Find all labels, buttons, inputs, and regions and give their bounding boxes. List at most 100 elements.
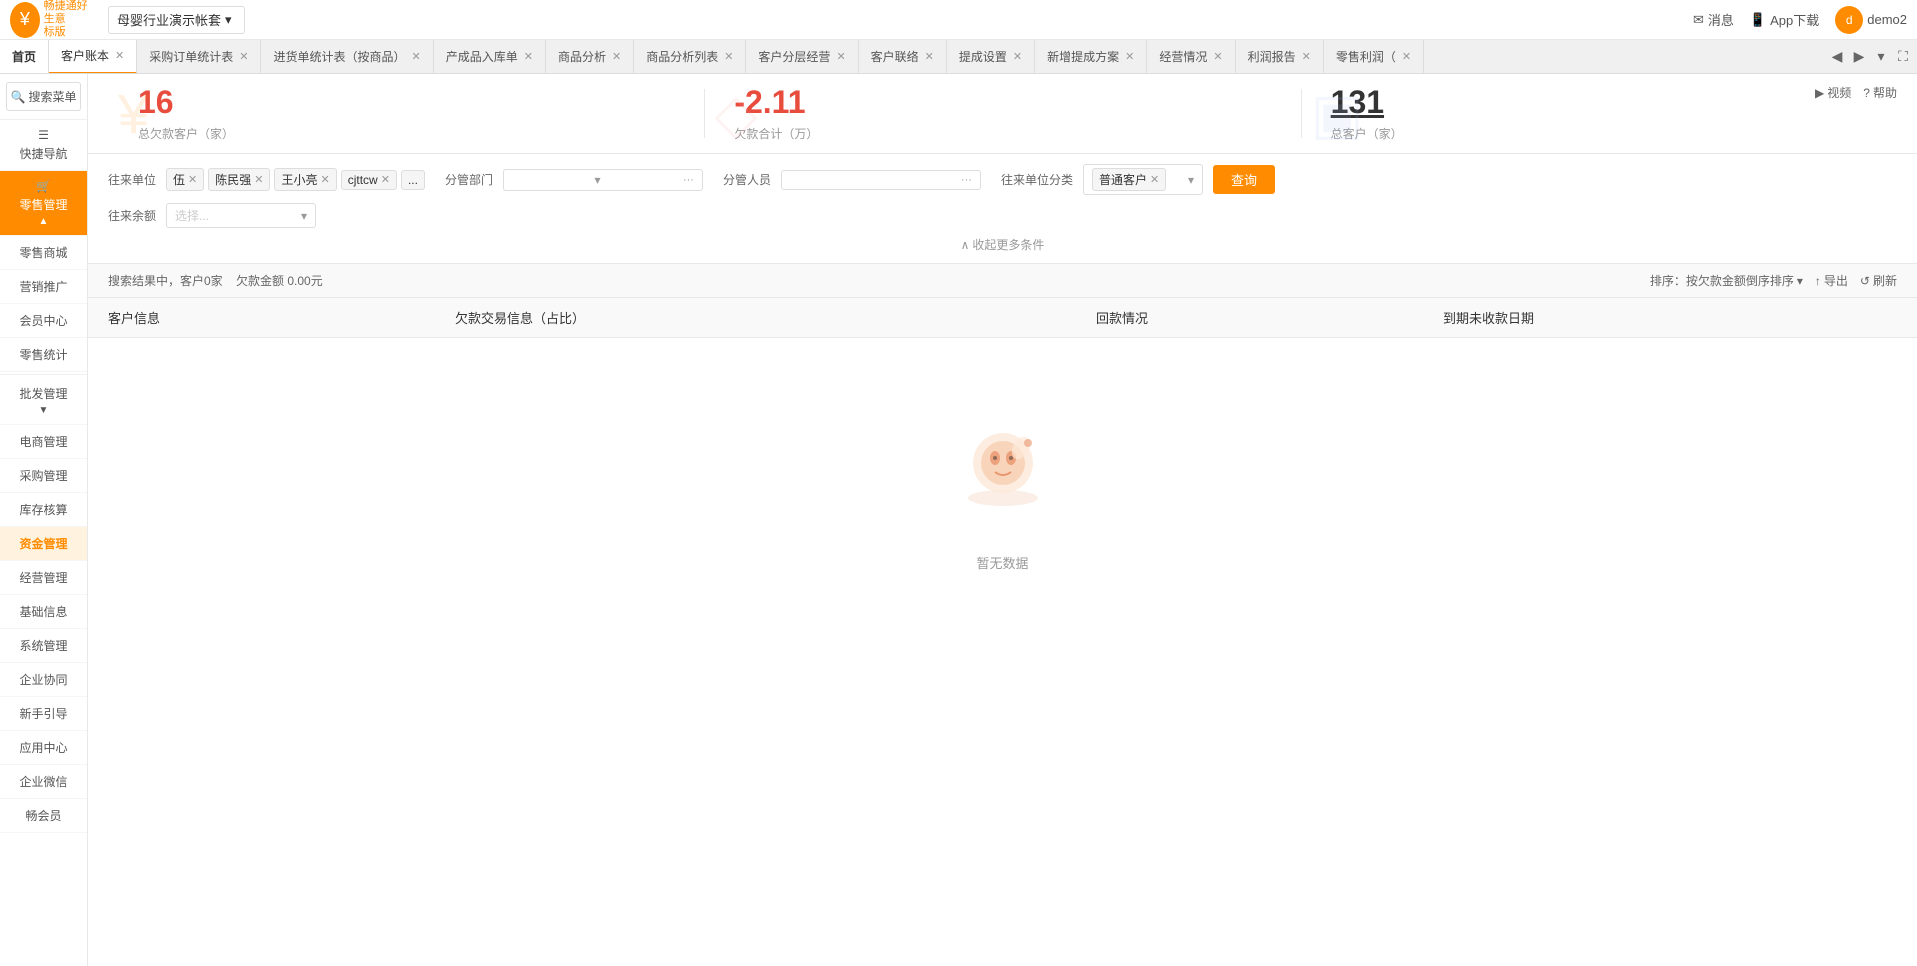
sidebar-item-ecommerce[interactable]: 电商管理: [0, 425, 87, 459]
sidebar-item-basic-info[interactable]: 基础信息: [0, 595, 87, 629]
tab-cost-in[interactable]: 产成品入库单 ✕: [434, 40, 546, 74]
export-icon: ↑: [1815, 274, 1821, 288]
tab-close-icon[interactable]: ✕: [612, 50, 621, 63]
tab-close-icon[interactable]: ✕: [524, 50, 533, 63]
stats-right-actions: ▶ 视频 ? 帮助: [1815, 84, 1897, 101]
tab-stock-stat[interactable]: 进货单统计表（按商品） ✕: [261, 40, 433, 74]
refresh-icon: ↺: [1860, 274, 1870, 288]
sidebar-item-retail-shop[interactable]: 零售商城: [0, 236, 87, 270]
sidebar-item-operation-mgmt[interactable]: 经营管理: [0, 561, 87, 595]
balance-select[interactable]: 选择... ▾: [166, 203, 316, 228]
unit-type-tag-close[interactable]: ✕: [1150, 173, 1159, 186]
sidebar-item-retail-stats[interactable]: 零售统计: [0, 338, 87, 372]
tab-close-icon[interactable]: ✕: [1125, 50, 1134, 63]
tab-home[interactable]: 首页: [0, 40, 49, 74]
chevron-icon: ▲: [39, 216, 49, 227]
tab-close-icon[interactable]: ✕: [1013, 50, 1022, 63]
help-icon: ?: [1863, 86, 1870, 100]
tab-next-button[interactable]: ▶: [1849, 47, 1869, 67]
tag-cjttcw: cjttcw ✕: [341, 170, 397, 190]
tag-close-chenminqiang[interactable]: ✕: [254, 173, 263, 186]
tab-close-icon[interactable]: ✕: [1402, 50, 1411, 63]
filter-area: 往来单位 伍 ✕ 陈民强 ✕ 王小亮 ✕: [88, 154, 1917, 264]
sidebar-item-enterprise-agreement[interactable]: 企业协同: [0, 663, 87, 697]
sidebar-divider: [0, 374, 87, 375]
tag-close-wu[interactable]: ✕: [188, 173, 197, 186]
unit-filter-tags: 伍 ✕ 陈民强 ✕ 王小亮 ✕ cjttcw ✕: [166, 168, 425, 191]
tab-new-promote[interactable]: 新增提成方案 ✕: [1035, 40, 1147, 74]
sidebar-item-new-user-guide[interactable]: 新手引导: [0, 697, 87, 731]
sidebar-item-capital-mgmt[interactable]: 资金管理: [0, 527, 87, 561]
tab-menu-button[interactable]: ▾: [1871, 47, 1891, 67]
sort-button[interactable]: 排序：按欠款金额倒序排序 ▾: [1650, 272, 1803, 289]
empty-icon: [953, 418, 1053, 537]
sidebar-item-retail-mgmt[interactable]: 🛒 零售管理 ▲: [0, 171, 87, 236]
main-content: ¥ 16 总欠款客户（家） ◇ -2.11 欠款合计（万） ▣ 131 总客户（…: [88, 74, 1917, 966]
sidebar-item-app-center[interactable]: 应用中心: [0, 731, 87, 765]
stat-all-customers-number: 131: [1331, 85, 1867, 120]
empty-illustration: [953, 418, 1053, 518]
sidebar-item-marketing[interactable]: 营销推广: [0, 270, 87, 304]
tab-close-icon[interactable]: ✕: [239, 50, 248, 63]
sidebar-item-stock-check[interactable]: 库存核算: [0, 493, 87, 527]
tab-retail-profit[interactable]: 零售利润（ ✕: [1324, 40, 1424, 74]
query-button[interactable]: 查询: [1213, 165, 1275, 194]
person-select[interactable]: ···: [781, 170, 981, 190]
refresh-button[interactable]: ↺ 刷新: [1860, 272, 1897, 289]
tab-goods-analysis[interactable]: 商品分析 ✕: [546, 40, 634, 74]
tab-accounts[interactable]: 客户账本 ✕: [49, 40, 137, 74]
sidebar: 🔍 搜索菜单 ☰ 快捷导航 🛒 零售管理 ▲ 零售商城 营销推广 会员中心: [0, 74, 88, 966]
sidebar-item-enterprise-wechat[interactable]: 企业微信: [0, 765, 87, 799]
balance-arrow-icon: ▾: [301, 209, 307, 223]
tab-close-icon[interactable]: ✕: [724, 50, 733, 63]
stat-debt-label: 欠款合计（万）: [734, 125, 1270, 142]
tab-fullscreen-button[interactable]: ⛶: [1893, 47, 1913, 67]
tab-goods-analysis-list[interactable]: 商品分析列表 ✕: [634, 40, 746, 74]
tab-nav-buttons: ◀ ▶ ▾ ⛶: [1827, 47, 1917, 67]
app-download-button[interactable]: 📱 App下载: [1750, 10, 1819, 29]
tab-profit-report[interactable]: 利润报告 ✕: [1236, 40, 1324, 74]
col-due-date: 到期未收款日期: [1423, 298, 1917, 338]
table-header-row: 客户信息 欠款交易信息（占比） 回款情况 到期未收款日期: [88, 298, 1917, 338]
sidebar-item-member[interactable]: 会员中心: [0, 304, 87, 338]
tab-customer-tier[interactable]: 客户分层经营 ✕: [746, 40, 858, 74]
empty-text: 暂无数据: [976, 553, 1028, 572]
results-summary: 搜索结果中，客户0家 欠款金额 0.00元: [108, 272, 323, 289]
export-button[interactable]: ↑ 导出: [1815, 272, 1848, 289]
sidebar-item-quick-nav[interactable]: ☰ 快捷导航: [0, 120, 87, 171]
tab-close-icon[interactable]: ✕: [1213, 50, 1222, 63]
collapse-button[interactable]: ∧ 收起更多条件: [108, 236, 1897, 253]
tab-close-icon[interactable]: ✕: [412, 50, 421, 63]
play-icon: ▶: [1815, 86, 1824, 100]
help-button[interactable]: ? 帮助: [1863, 84, 1897, 101]
sidebar-item-purchase-mgmt[interactable]: 采购管理: [0, 459, 87, 493]
tag-close-wangxiaoliang[interactable]: ✕: [321, 173, 330, 186]
unit-type-filter-label: 往来单位分类: [1001, 171, 1073, 188]
sidebar-item-batch-mgmt[interactable]: 批发管理 ▼: [0, 377, 87, 425]
tag-close-cjttcw[interactable]: ✕: [381, 173, 390, 186]
unit-type-select[interactable]: 普通客户 ✕ ▾: [1083, 164, 1203, 195]
tab-close-icon[interactable]: ✕: [115, 49, 124, 62]
tab-bar: 首页 客户账本 ✕ 采购订单统计表 ✕ 进货单统计表（按商品） ✕ 产成品入库单…: [0, 40, 1917, 74]
tab-close-icon[interactable]: ✕: [1302, 50, 1311, 63]
user-profile[interactable]: d demo2: [1835, 6, 1907, 34]
message-button[interactable]: ✉ 消息: [1693, 10, 1734, 29]
tab-customer-connect[interactable]: 客户联络 ✕: [859, 40, 947, 74]
sort-arrow-icon: ▾: [1797, 274, 1803, 288]
tab-operation[interactable]: 经营情况 ✕: [1147, 40, 1235, 74]
dept-filter-label: 分管部门: [445, 171, 493, 188]
search-menu-button[interactable]: 🔍 搜索菜单: [6, 82, 81, 111]
sidebar-item-system-mgmt[interactable]: 系统管理: [0, 629, 87, 663]
logo-text: 畅捷通好生意 标版: [44, 0, 98, 39]
tab-promote-settings[interactable]: 提成设置 ✕: [947, 40, 1035, 74]
tab-close-icon[interactable]: ✕: [925, 50, 934, 63]
dept-select[interactable]: ▾ ···: [503, 169, 703, 191]
sidebar-item-vip[interactable]: 畅会员: [0, 799, 87, 833]
tag-more[interactable]: ...: [401, 170, 425, 190]
tab-close-icon[interactable]: ✕: [836, 50, 845, 63]
tab-prev-button[interactable]: ◀: [1827, 47, 1847, 67]
org-selector[interactable]: 母婴行业演示帐套 ▾: [108, 6, 245, 34]
tab-purchase-order[interactable]: 采购订单统计表 ✕: [137, 40, 261, 74]
stat-all-customers: ▣ 131 总客户（家）: [1301, 74, 1897, 153]
video-help-button[interactable]: ▶ 视频: [1815, 84, 1851, 101]
